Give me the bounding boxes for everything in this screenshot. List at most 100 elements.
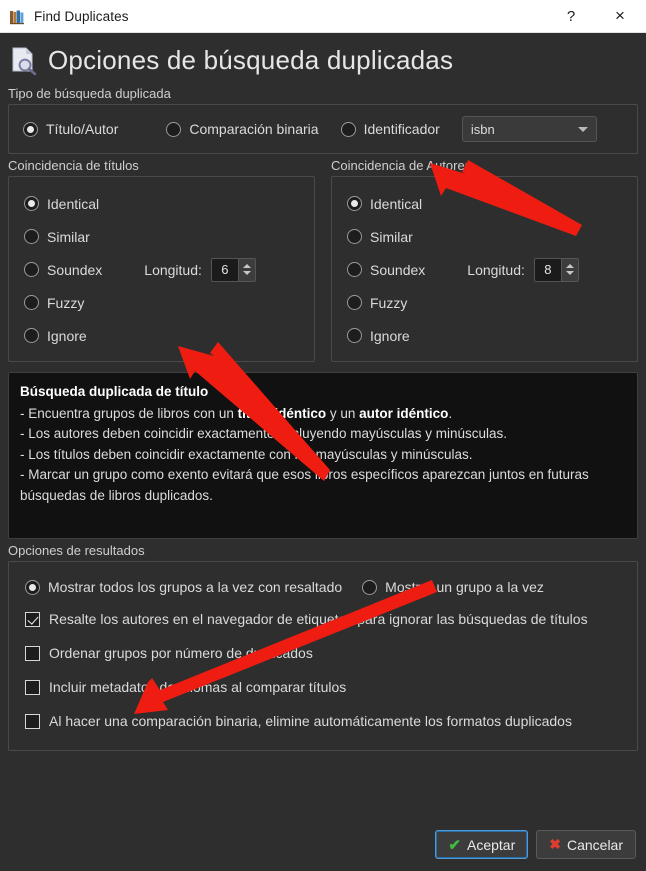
author-length-value[interactable]: 8 xyxy=(535,259,561,281)
checkbox-sort-groups[interactable]: Ordenar grupos por número de duplicados xyxy=(25,645,313,661)
radio-author-identical[interactable]: Identical xyxy=(347,196,422,212)
author-length-control: Longitud: 8 xyxy=(467,257,579,282)
author-match-column: Coincidencia de Autores Identical Simila… xyxy=(323,154,646,362)
radio-author-fuzzy-indicator[interactable] xyxy=(347,295,362,310)
results-group-label: Opciones de resultados xyxy=(8,543,145,558)
description-line-2: - Los autores deben coincidir exactament… xyxy=(20,426,508,441)
title-length-value[interactable]: 6 xyxy=(212,259,238,281)
accept-button[interactable]: ✔ Aceptar xyxy=(435,830,529,859)
x-icon: ✖ xyxy=(549,836,561,852)
radio-title-soundex-label: Soundex xyxy=(47,261,103,278)
results-display-mode-row: Mostrar todos los grupos a la vez con re… xyxy=(9,572,637,602)
radio-title-identical-indicator[interactable] xyxy=(24,196,39,211)
author-match-row-identical: Identical xyxy=(332,187,637,220)
radio-title-author[interactable]: Título/Autor xyxy=(23,121,118,137)
radio-title-soundex-indicator[interactable] xyxy=(24,262,39,277)
title-bar: Find Duplicates ? × xyxy=(0,0,646,33)
title-match-column: Coincidencia de títulos Identical Simila… xyxy=(0,154,323,362)
checkbox-highlight-authors[interactable]: Resalte los autores en el navegador de e… xyxy=(25,611,588,627)
identifier-select[interactable]: isbn xyxy=(461,116,597,142)
radio-show-all-groups[interactable]: Mostrar todos los grupos a la vez con re… xyxy=(25,579,342,595)
cancel-button[interactable]: ✖ Cancelar xyxy=(536,830,636,859)
description-heading: Búsqueda duplicada de título xyxy=(20,384,209,399)
radio-binary-comparison[interactable]: Comparación binaria xyxy=(166,121,319,137)
radio-show-one-group-indicator[interactable] xyxy=(362,579,378,595)
title-match-row-soundex: Soundex Longitud: 6 xyxy=(9,253,314,286)
description-panel: Búsqueda duplicada de título - Encuentra… xyxy=(8,372,638,539)
identifier-select-value: isbn xyxy=(470,121,495,137)
radio-author-ignore-label: Ignore xyxy=(370,327,410,344)
stepper-down-icon[interactable] xyxy=(242,271,251,275)
page-header: Opciones de búsqueda duplicadas xyxy=(0,33,646,82)
radio-author-fuzzy-label: Fuzzy xyxy=(370,294,408,311)
page-title: Opciones de búsqueda duplicadas xyxy=(48,44,454,75)
radio-title-similar-indicator[interactable] xyxy=(24,229,39,244)
stepper-down-icon[interactable] xyxy=(565,271,574,275)
checkbox-include-language-label: Incluir metadatos de idiomas al comparar… xyxy=(49,679,347,695)
author-match-row-ignore: Ignore xyxy=(332,319,637,352)
title-length-spinner[interactable]: 6 xyxy=(210,257,256,282)
radio-author-similar-indicator[interactable] xyxy=(347,229,362,244)
radio-binary-comparison-indicator[interactable] xyxy=(166,121,182,137)
radio-title-fuzzy-indicator[interactable] xyxy=(24,295,39,310)
title-match-row-similar: Similar xyxy=(9,220,314,253)
description-line-1-part-a: - Encuentra grupos de libros con un xyxy=(20,405,238,421)
radio-identifier-indicator[interactable] xyxy=(340,121,356,137)
window-title: Find Duplicates xyxy=(34,8,129,24)
checkbox-auto-remove-formats-indicator[interactable] xyxy=(25,713,40,729)
checkbox-auto-remove-formats[interactable]: Al hacer una comparación binaria, elimin… xyxy=(25,713,572,729)
author-length-spinner[interactable]: 8 xyxy=(533,257,579,282)
author-length-stepper[interactable] xyxy=(560,258,578,281)
author-match-group-label: Coincidencia de Autores xyxy=(331,158,472,173)
title-match-group-label: Coincidencia de títulos xyxy=(8,158,139,173)
radio-author-ignore[interactable]: Ignore xyxy=(347,328,410,344)
radio-show-all-groups-indicator[interactable] xyxy=(25,579,40,595)
description-line-4: - Marcar un grupo como exento evitará qu… xyxy=(20,467,589,503)
stepper-up-icon[interactable] xyxy=(242,264,251,268)
radio-author-soundex[interactable]: Soundex xyxy=(347,262,425,278)
author-match-group: Identical Similar Soundex Longitud: 8 Fu… xyxy=(331,176,638,362)
radio-author-ignore-indicator[interactable] xyxy=(347,328,362,343)
radio-title-similar[interactable]: Similar xyxy=(24,229,90,245)
search-type-group-label: Tipo de búsqueda duplicada xyxy=(8,86,171,101)
checkbox-highlight-authors-indicator[interactable] xyxy=(25,611,40,627)
radio-identifier[interactable]: Identificador xyxy=(340,121,440,137)
radio-title-soundex[interactable]: Soundex xyxy=(24,262,102,278)
books-icon xyxy=(9,8,26,25)
radio-author-identical-label: Identical xyxy=(370,195,423,212)
help-button[interactable]: ? xyxy=(548,0,594,33)
radio-title-author-indicator[interactable] xyxy=(23,121,38,137)
stepper-up-icon[interactable] xyxy=(565,264,574,268)
radio-author-identical-indicator[interactable] xyxy=(347,196,362,211)
radio-show-one-group[interactable]: Mostrar un grupo a la vez xyxy=(362,579,544,595)
radio-author-soundex-indicator[interactable] xyxy=(347,262,362,277)
radio-title-fuzzy[interactable]: Fuzzy xyxy=(24,295,84,311)
radio-title-author-label: Título/Autor xyxy=(46,121,119,137)
dialog-button-bar: ✔ Aceptar ✖ Cancelar xyxy=(435,830,636,859)
close-button[interactable]: × xyxy=(594,0,646,33)
checkbox-include-language-indicator[interactable] xyxy=(25,679,40,695)
description-line-1: - Encuentra grupos de libros con un títu… xyxy=(20,406,452,421)
radio-title-ignore[interactable]: Ignore xyxy=(24,328,87,344)
radio-author-soundex-label: Soundex xyxy=(370,261,426,278)
radio-title-ignore-indicator[interactable] xyxy=(24,328,39,343)
radio-title-identical[interactable]: Identical xyxy=(24,196,99,212)
description-line-1-part-e: . xyxy=(448,405,453,421)
checkbox-sort-groups-indicator[interactable] xyxy=(25,645,40,661)
checkbox-include-language[interactable]: Incluir metadatos de idiomas al comparar… xyxy=(25,679,346,695)
radio-title-identical-label: Identical xyxy=(47,195,100,212)
checkbox-sort-groups-label: Ordenar grupos por número de duplicados xyxy=(49,645,313,661)
document-search-icon xyxy=(8,44,40,76)
radio-author-fuzzy[interactable]: Fuzzy xyxy=(347,295,407,311)
checkbox-highlight-authors-label: Resalte los autores en el navegador de e… xyxy=(49,611,588,627)
title-match-group: Identical Similar Soundex Longitud: 6 Fu… xyxy=(8,176,315,362)
accept-button-label: Aceptar xyxy=(466,836,516,853)
radio-author-similar[interactable]: Similar xyxy=(347,229,413,245)
author-match-row-similar: Similar xyxy=(332,220,637,253)
author-match-row-soundex: Soundex Longitud: 8 xyxy=(332,253,637,286)
checkbox-auto-remove-formats-label: Al hacer una comparación binaria, elimin… xyxy=(49,713,572,729)
results-group: Mostrar todos los grupos a la vez con re… xyxy=(8,561,638,751)
title-length-stepper[interactable] xyxy=(237,258,255,281)
radio-identifier-label: Identificador xyxy=(363,121,440,137)
chevron-down-icon xyxy=(577,126,588,132)
